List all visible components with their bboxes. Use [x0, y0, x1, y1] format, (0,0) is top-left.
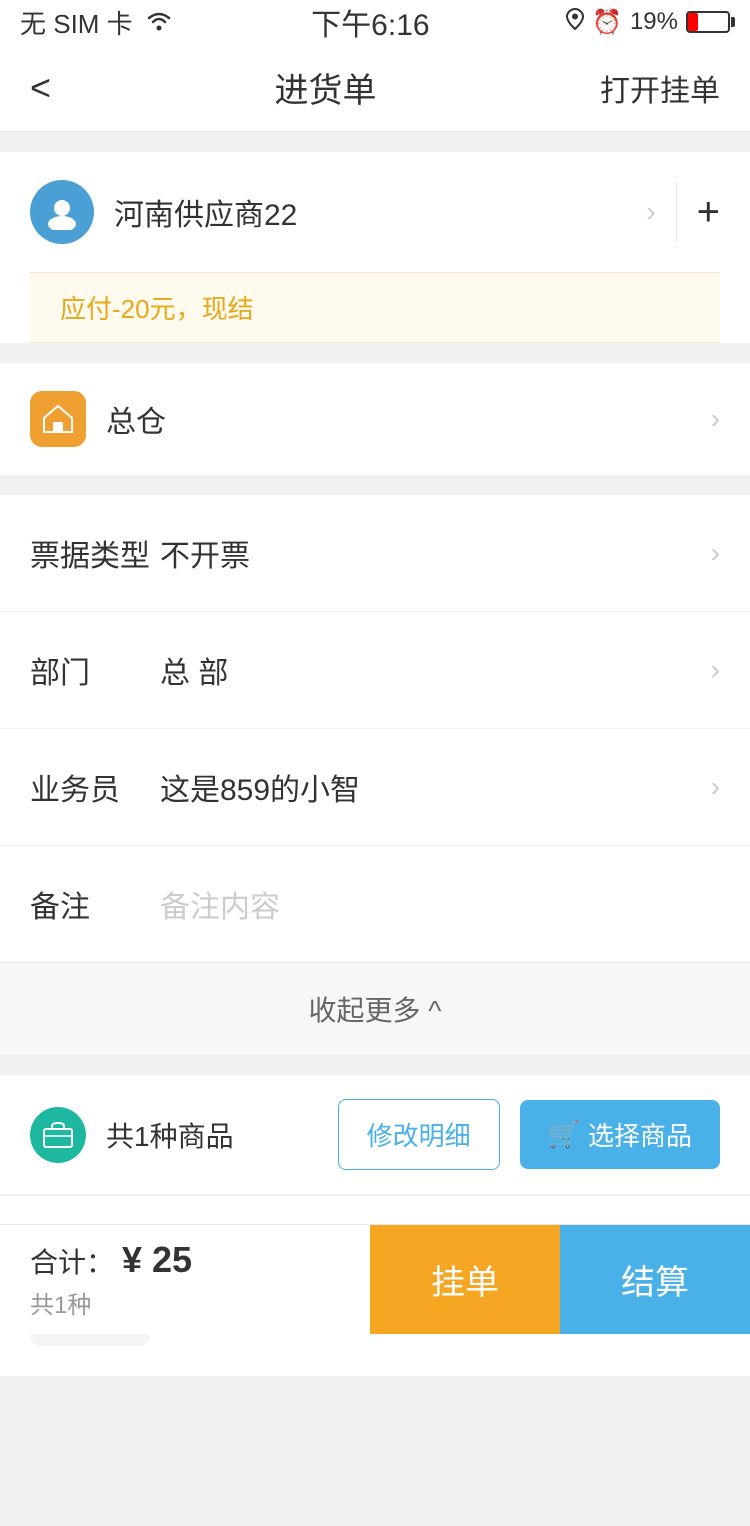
add-button[interactable]: +: [697, 190, 720, 235]
department-value: 总 部: [160, 648, 711, 692]
select-product-button[interactable]: 🛒 选择商品: [520, 1100, 720, 1169]
invoice-chevron: ›: [711, 537, 720, 569]
footer-sub: 共1种: [30, 1285, 340, 1320]
supplier-chevron: ›: [646, 196, 655, 228]
footer-total: 合计： ¥ 25 共1种: [0, 1225, 370, 1334]
supplier-name[interactable]: 河南供应商22: [114, 190, 646, 234]
divider: [676, 182, 677, 242]
invoice-type-row[interactable]: 票据类型 不开票 ›: [0, 495, 750, 612]
nav-bar: < 进货单 打开挂单: [0, 44, 750, 132]
remark-label: 备注: [30, 882, 160, 926]
location-icon: [566, 8, 584, 37]
gap-1: [0, 132, 750, 152]
supplier-section: 河南供应商22 › + 应付-20元，现结: [0, 152, 750, 343]
battery-icon: [686, 11, 730, 33]
invoice-type-value: 不开票: [160, 531, 711, 575]
salesman-value: 这是859的小智: [160, 765, 711, 809]
warehouse-name: 总仓: [106, 397, 711, 441]
cart-icon: 🛒: [548, 1119, 580, 1150]
gap-2: [0, 343, 750, 363]
product-count-label: 共1种商品: [106, 1115, 318, 1155]
wifi-icon: [143, 7, 175, 38]
collapse-button[interactable]: 收起更多 ^: [0, 962, 750, 1055]
notice-bar: 应付-20元，现结: [30, 272, 720, 343]
back-button[interactable]: <: [30, 67, 51, 109]
carrier-text: 无 SIM 卡: [20, 4, 133, 41]
department-chevron: ›: [711, 654, 720, 686]
invoice-type-label: 票据类型: [30, 531, 160, 575]
supplier-avatar: [30, 180, 94, 244]
footer-total-label: 合计： ¥ 25: [30, 1239, 340, 1281]
total-amount: ¥ 25: [122, 1239, 192, 1281]
salesman-chevron: ›: [711, 771, 720, 803]
open-hold-button[interactable]: 打开挂单: [600, 66, 720, 110]
salesman-label: 业务员: [30, 765, 160, 809]
page-title: 进货单: [275, 63, 377, 112]
form-section: 票据类型 不开票 › 部门 总 部 › 业务员 这是859的小智 › 备注 备注…: [0, 495, 750, 962]
hold-button[interactable]: 挂单: [370, 1225, 560, 1334]
select-product-label: 选择商品: [588, 1116, 692, 1153]
remark-row[interactable]: 备注 备注内容: [0, 846, 750, 962]
edit-detail-button[interactable]: 修改明细: [338, 1099, 500, 1170]
notice-text: 应付-20元，现结: [60, 294, 254, 324]
department-label: 部门: [30, 648, 160, 692]
warehouse-row[interactable]: 总仓 ›: [0, 363, 750, 475]
department-row[interactable]: 部门 总 部 ›: [0, 612, 750, 729]
status-bar: 无 SIM 卡 下午6:16 ⏰ 19%: [0, 0, 750, 44]
alarm-icon: ⏰: [592, 8, 622, 37]
status-right: ⏰ 19%: [566, 8, 730, 37]
salesman-row[interactable]: 业务员 这是859的小智 ›: [0, 729, 750, 846]
warehouse-icon: [30, 391, 86, 447]
status-left: 无 SIM 卡: [20, 4, 175, 41]
status-time: 下午6:16: [311, 0, 429, 44]
collapse-label: 收起更多 ^: [309, 995, 442, 1026]
product-count-icon: [30, 1107, 86, 1163]
footer-spacer: [0, 1376, 750, 1526]
battery-percent: 19%: [630, 8, 678, 36]
remark-value: 备注内容: [160, 882, 720, 926]
footer: 合计： ¥ 25 共1种 挂单 结算: [0, 1224, 750, 1334]
supplier-row: 河南供应商22 › +: [30, 152, 720, 272]
warehouse-chevron: ›: [711, 403, 720, 435]
total-label-text: 合计：: [30, 1241, 114, 1281]
checkout-button[interactable]: 结算: [560, 1225, 750, 1334]
product-header: 共1种商品 修改明细 🛒 选择商品: [0, 1075, 750, 1194]
